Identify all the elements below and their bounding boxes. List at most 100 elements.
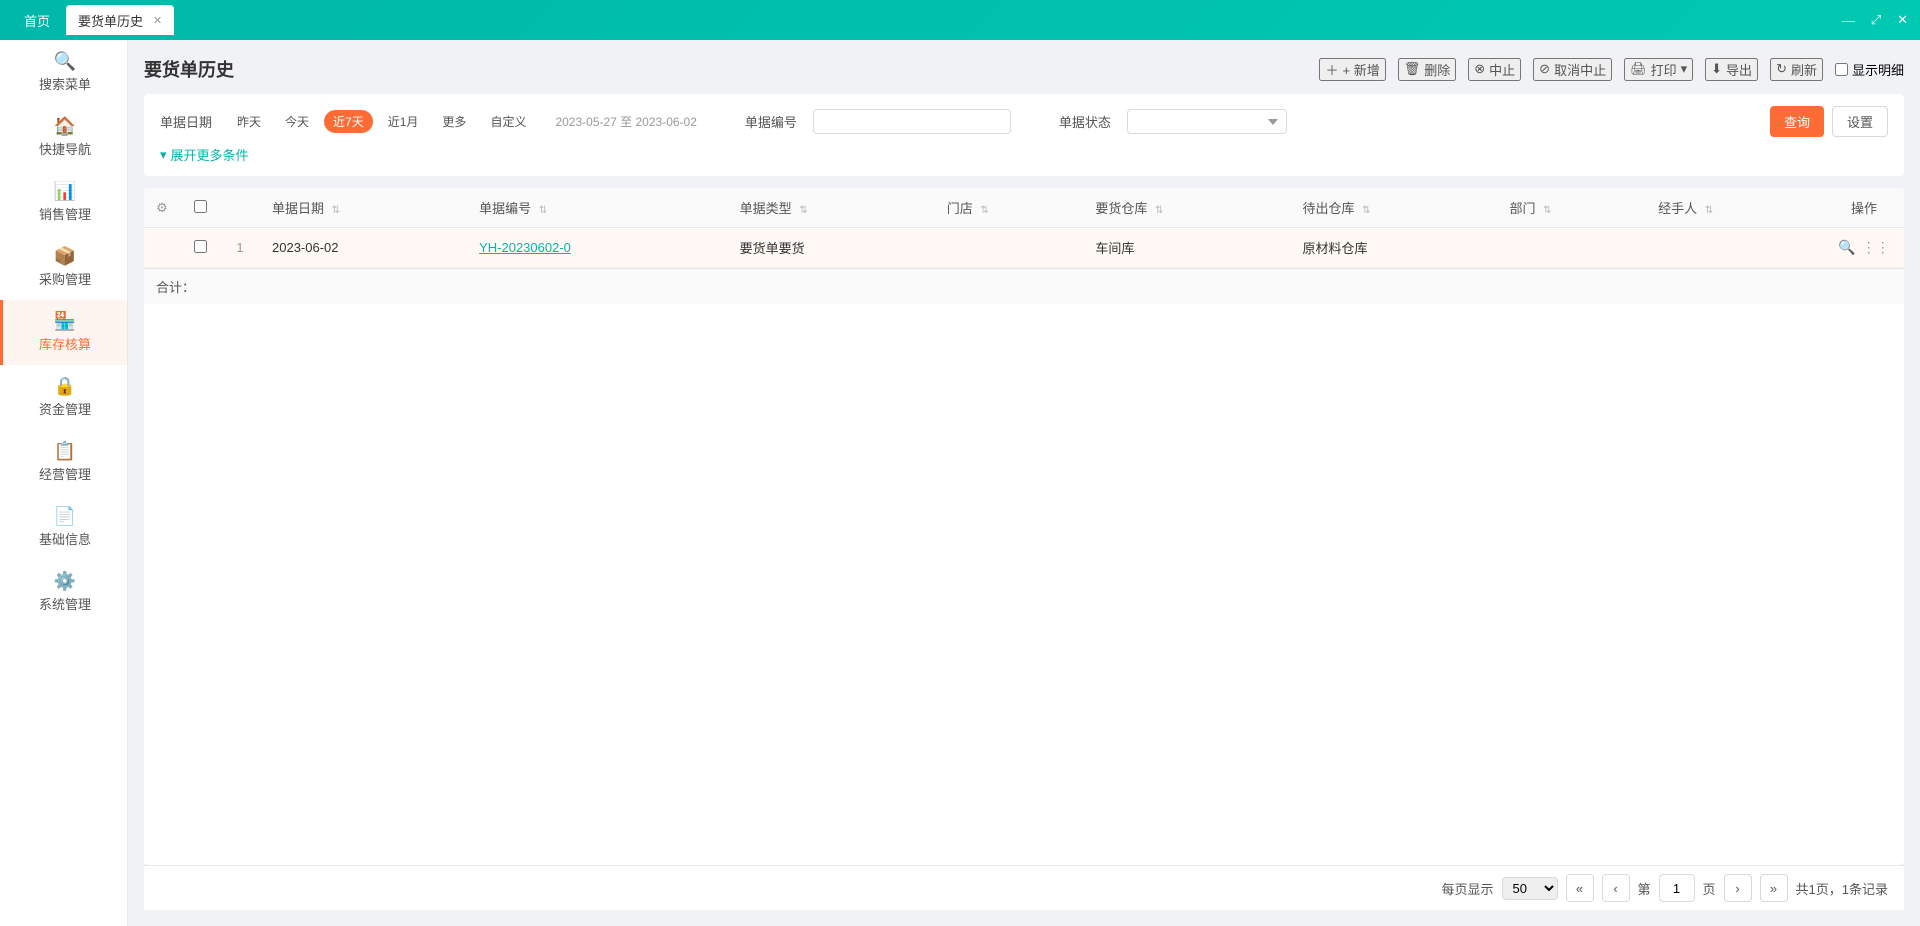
row-type: 要货单要货 [740,241,805,256]
date-sort-icon[interactable]: ⇅ [332,205,340,216]
date-btn-custom[interactable]: 自定义 [481,110,535,133]
date-btn-yesterday[interactable]: 昨天 [228,110,270,133]
select-all-checkbox[interactable] [194,200,207,213]
print-icon: 🖨 [1630,61,1647,77]
pagination-bar: 每页显示 20 50 100 200 « ‹ 第 页 › » 共1页，1条记录 [144,865,1904,910]
inventory-icon: 🏪 [54,312,76,330]
row-code-cell: YH-20230602-0 [467,228,728,268]
handler-sort-icon[interactable]: ⇅ [1705,205,1713,216]
date-btn-more[interactable]: 更多 [433,110,475,133]
row-department-cell [1498,228,1647,268]
th-store: 门店 ⇅ [935,188,1084,228]
sidebar-item-basic-info[interactable]: 📄 基础信息 [0,495,127,560]
date-btn-1month[interactable]: 近1月 [379,110,428,133]
filter-row-1: 单据日期 昨天 今天 近7天 近1月 更多 自定义 2023-05-27 至 2… [160,106,1888,137]
order-number-input[interactable] [813,109,1011,134]
expand-label: 展开更多条件 [171,145,249,164]
tab-requisition-history[interactable]: 要货单历史 ✕ [66,5,174,35]
row-checkbox-cell [180,228,220,268]
total-info: 共1页，1条记录 [1796,879,1888,898]
next-page-button[interactable]: › [1724,874,1752,902]
th-type: 单据类型 ⇅ [728,188,935,228]
row-more-icon[interactable]: ⋮⋮ [1862,239,1890,256]
print-label: 打印 [1651,60,1677,79]
th-code-label: 单据编号 [479,201,531,216]
prev-page-icon: ‹ [1613,881,1617,896]
show-detail-toggle[interactable]: 显示明细 [1835,60,1904,79]
tab-home-label: 首页 [24,11,50,30]
date-btn-7days[interactable]: 近7天 [324,110,373,133]
type-sort-icon[interactable]: ⇅ [799,205,807,216]
sidebar-item-search-menu[interactable]: 🔍 搜索菜单 [0,40,127,105]
window-close-icon[interactable]: ✕ [1897,12,1908,28]
new-button[interactable]: ＋ + 新增 [1319,58,1385,81]
expand-row: ▾ 展开更多条件 [160,145,1888,164]
req-warehouse-sort-icon[interactable]: ⇅ [1155,205,1163,216]
sidebar-item-quick-nav[interactable]: 🏠 快捷导航 [0,105,127,170]
cancel-suspend-button[interactable]: ⊘ 取消中止 [1533,58,1612,81]
th-action: 操作 [1824,188,1904,228]
finance-icon: 🔒 [54,377,76,395]
th-checkbox [180,188,220,228]
show-detail-checkbox[interactable] [1835,63,1848,76]
department-sort-icon[interactable]: ⇅ [1543,205,1551,216]
expand-conditions-button[interactable]: ▾ 展开更多条件 [160,145,1888,164]
status-label: 单据状态 [1059,112,1111,131]
delete-button[interactable]: 🗑 删除 [1398,58,1457,81]
row-checkbox[interactable] [194,240,207,253]
sidebar-quick-nav-label: 快捷导航 [39,139,91,158]
suspend-button[interactable]: ⊗ 中止 [1468,58,1521,81]
refresh-button[interactable]: ↻ 刷新 [1770,58,1823,81]
row-code-link[interactable]: YH-20230602-0 [479,240,571,255]
operation-icon: 📋 [54,442,76,460]
refresh-icon: ↻ [1776,61,1787,77]
row-view-icon[interactable]: 🔍 [1838,239,1855,256]
cancel-suspend-icon: ⊘ [1539,61,1550,77]
table-footer: 合计： [144,268,1904,304]
refresh-label: 刷新 [1791,60,1817,79]
date-filter-label: 单据日期 [160,112,212,131]
sidebar-finance-label: 资金管理 [39,399,91,418]
print-button[interactable]: 🖨 打印 ▾ [1624,58,1693,81]
tab-close-icon[interactable]: ✕ [153,14,162,27]
settings-button[interactable]: 设置 [1832,106,1888,137]
show-detail-label: 显示明细 [1852,60,1904,79]
pending-warehouse-sort-icon[interactable]: ⇅ [1362,205,1370,216]
row-num: 1 [236,240,243,255]
sidebar-item-operation-mgmt[interactable]: 📋 经营管理 [0,430,127,495]
row-pending-warehouse: 原材料仓库 [1302,241,1367,256]
per-page-select[interactable]: 20 50 100 200 [1502,877,1558,900]
quick-nav-icon: 🏠 [54,117,76,135]
sidebar-item-purchase-mgmt[interactable]: 📦 采购管理 [0,235,127,300]
th-handler: 经手人 ⇅ [1646,188,1824,228]
code-sort-icon[interactable]: ⇅ [539,205,547,216]
sidebar-item-finance-mgmt[interactable]: 🔒 资金管理 [0,365,127,430]
sidebar-inventory-label: 库存核算 [39,334,91,353]
column-settings-icon[interactable]: ⚙ [156,200,168,215]
current-page-input[interactable] [1659,874,1695,902]
date-btn-today[interactable]: 今天 [276,110,318,133]
last-page-icon: » [1770,881,1777,896]
prev-page-button[interactable]: ‹ [1602,874,1630,902]
table-body: 1 2023-06-02 YH-20230602-0 要货单要货 [144,228,1904,268]
delete-label: 删除 [1424,60,1450,79]
order-number-label: 单据编号 [745,112,797,131]
query-button[interactable]: 查询 [1770,106,1824,137]
first-page-button[interactable]: « [1566,874,1594,902]
sidebar-item-inventory-accounting[interactable]: 🏪 库存核算 [0,300,127,365]
per-page-label: 每页显示 [1441,879,1493,898]
sidebar: 🔍 搜索菜单 🏠 快捷导航 📊 销售管理 📦 采购管理 🏪 库存核算 🔒 资金管… [0,40,128,926]
status-select[interactable] [1127,109,1287,134]
tab-home[interactable]: 首页 [12,5,62,35]
sidebar-item-system-mgmt[interactable]: ⚙️ 系统管理 [0,560,127,625]
suspend-label: 中止 [1489,60,1515,79]
sidebar-system-label: 系统管理 [39,594,91,613]
page-title: 要货单历史 [144,56,234,82]
maximize-icon[interactable]: ⤢ [1871,12,1881,28]
store-sort-icon[interactable]: ⇅ [980,205,988,216]
minimize-icon[interactable]: — [1842,13,1855,28]
sidebar-item-sales-mgmt[interactable]: 📊 销售管理 [0,170,127,235]
th-pending-warehouse: 待出仓库 ⇅ [1290,188,1497,228]
export-button[interactable]: ⬇ 导出 [1705,58,1758,81]
last-page-button[interactable]: » [1760,874,1788,902]
